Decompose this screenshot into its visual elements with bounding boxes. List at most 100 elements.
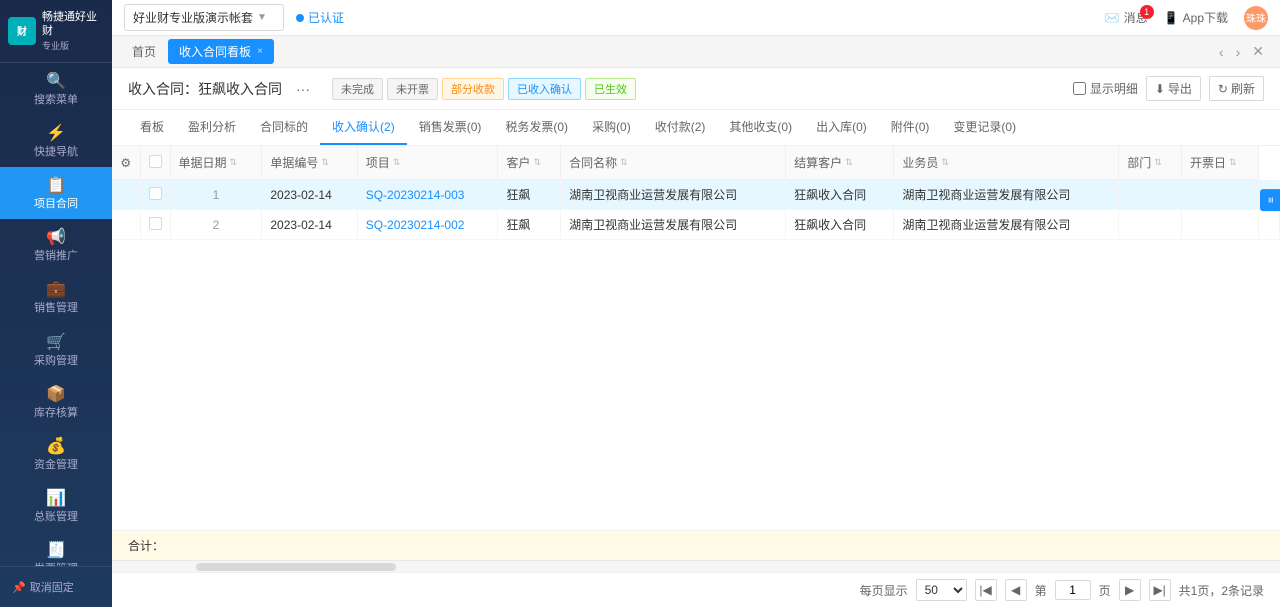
sidebar-icon-4: 💼 (46, 279, 66, 299)
last-page-button[interactable]: ▶| (1149, 579, 1171, 601)
tab-next-button[interactable]: › (1232, 42, 1245, 62)
table-header-row: ⚙ 单据日期 ⇅ 单据编号 (112, 146, 1280, 180)
select-all-checkbox[interactable] (149, 155, 162, 168)
row-customer: 湖南卫视商业运营发展有限公司 (561, 180, 786, 210)
sort-contract-icon[interactable]: ⇅ (620, 157, 628, 168)
sidebar-label-6: 库存核算 (34, 407, 78, 420)
certified-badge: 已认证 (296, 9, 344, 26)
download-icon: 📱 (1164, 11, 1179, 25)
show-detail-input[interactable] (1073, 82, 1086, 95)
row-salesman (1119, 210, 1182, 240)
row-checkbox[interactable] (140, 210, 170, 240)
sub-tab-2[interactable]: 合同标的 (248, 110, 320, 145)
sidebar-item-1[interactable]: ⚡快捷导航 (0, 115, 112, 167)
sub-tab-10[interactable]: 附件(0) (879, 110, 942, 145)
sidebar-item-2[interactable]: 📋项目合同 (0, 167, 112, 219)
sidebar-label-7: 资金管理 (34, 459, 78, 472)
show-detail-checkbox[interactable]: 显示明细 (1073, 80, 1138, 97)
sidebar-item-9[interactable]: 🧾发票管理 (0, 532, 112, 566)
status-btn-2[interactable]: 部分收款 (442, 78, 504, 100)
right-float-button[interactable]: ≡ (1260, 189, 1280, 211)
sidebar-item-3[interactable]: 📢 营销推广 (0, 219, 112, 271)
table-row[interactable]: 1 2023-02-14 SQ-20230214-003 狂飙 湖南卫视商业运营… (112, 180, 1280, 210)
sub-tab-3[interactable]: 收入确认(2) (320, 110, 407, 145)
app-download-button[interactable]: 📱 App下载 (1164, 9, 1228, 26)
user-avatar[interactable]: 珠珠 (1244, 6, 1268, 30)
chevron-down-icon: ▼ (257, 12, 267, 23)
sidebar-item-5[interactable]: 🛒 采购管理 (0, 324, 112, 376)
more-button[interactable]: ··· (290, 79, 316, 99)
sub-tab-6[interactable]: 采购(0) (580, 110, 643, 145)
status-btn-3[interactable]: 已收入确认 (508, 78, 581, 100)
refresh-button[interactable]: ↻ 刷新 (1209, 76, 1264, 101)
status-buttons: 未完成未开票部分收款已收入确认已生效 (332, 78, 636, 100)
row-number[interactable]: SQ-20230214-002 (357, 210, 498, 240)
tab-home[interactable]: 首页 (124, 39, 164, 64)
pin-icon: 📌 (12, 581, 26, 594)
settings-icon[interactable]: ⚙ (120, 156, 131, 170)
page-input[interactable] (1055, 580, 1091, 600)
sidebar-item-6[interactable]: 📦库存核算 (0, 376, 112, 428)
per-page-select[interactable]: 50 100 (916, 579, 967, 601)
sidebar-item-4[interactable]: 💼销售管理 (0, 271, 112, 323)
sidebar-icon-9: 🧾 (46, 540, 66, 560)
sidebar-bottom[interactable]: 📌 取消固定 (0, 566, 112, 607)
message-icon: ✉️ (1105, 11, 1120, 25)
status-btn-0[interactable]: 未完成 (332, 78, 383, 100)
sub-tab-0[interactable]: 看板 (128, 110, 176, 145)
pagination: 每页显示 50 100 |◀ ◀ 第 页 ▶ ▶| 共1页，2条记录 (112, 572, 1280, 607)
company-selector[interactable]: 好业财专业版演示帐套 ▼ (124, 4, 284, 31)
tab-close-icon[interactable]: × (257, 46, 263, 57)
prev-page-button[interactable]: ◀ (1005, 579, 1027, 601)
sub-tab-1[interactable]: 盈利分析 (176, 110, 248, 145)
table-row[interactable]: 2 2023-02-14 SQ-20230214-002 狂飙 湖南卫视商业运营… (112, 210, 1280, 240)
next-page-button[interactable]: ▶ (1119, 579, 1141, 601)
sort-settle-icon[interactable]: ⇅ (845, 157, 853, 168)
sort-customer-icon[interactable]: ⇅ (533, 157, 541, 168)
tab-prev-button[interactable]: ‹ (1215, 42, 1228, 62)
message-button[interactable]: ✉️ 消息 1 (1105, 9, 1148, 26)
sidebar-item-0[interactable]: 🔍搜索菜单 (0, 63, 112, 115)
export-button[interactable]: ⬇ 导出 (1146, 76, 1201, 101)
page-header: 收入合同：狂飙收入合同 ··· 未完成未开票部分收款已收入确认已生效 显示明细 … (112, 68, 1280, 110)
sub-tab-8[interactable]: 其他收支(0) (717, 110, 804, 145)
row-number[interactable]: SQ-20230214-003 (357, 180, 498, 210)
sidebar-icon-0: 🔍 (46, 71, 66, 91)
status-btn-4[interactable]: 已生效 (585, 78, 636, 100)
sidebar-icon-5: 🛒 (46, 332, 66, 352)
sidebar-label-3: 营销推广 (34, 250, 78, 263)
sub-tab-5[interactable]: 税务发票(0) (493, 110, 580, 145)
sidebar-icon-2: 📋 (46, 175, 66, 195)
row-date: 2023-02-14 (262, 180, 357, 210)
scroll-thumb[interactable] (196, 563, 396, 571)
row-invoice-date (1259, 210, 1280, 240)
unpin-button[interactable]: 📌 取消固定 (8, 575, 104, 599)
sub-tab-7[interactable]: 收付款(2) (643, 110, 718, 145)
sub-tab-9[interactable]: 出入库(0) (804, 110, 879, 145)
row-checkbox[interactable] (140, 180, 170, 210)
sort-salesman-icon[interactable]: ⇅ (941, 157, 949, 168)
sidebar-logo: 财 畅捷通好业财 专业版 (0, 0, 112, 63)
tabbar: 首页 收入合同看板 × ‹ › ✕ (112, 36, 1280, 68)
th-customer: 客户 ⇅ (498, 146, 561, 180)
table-container[interactable]: ⚙ 单据日期 ⇅ 单据编号 (112, 146, 1280, 530)
sidebar-icon-3: 📢 (46, 227, 66, 247)
sub-tab-11[interactable]: 变更记录(0) (941, 110, 1028, 145)
sidebar-item-7[interactable]: 💰资金管理 (0, 428, 112, 480)
sort-project-icon[interactable]: ⇅ (393, 157, 401, 168)
sidebar-label-5: 采购管理 (34, 355, 78, 368)
sidebar-icon-1: ⚡ (46, 123, 66, 143)
sort-invoice-icon[interactable]: ⇅ (1229, 157, 1237, 168)
sub-tab-4[interactable]: 销售发票(0) (407, 110, 494, 145)
sort-number-icon[interactable]: ⇅ (321, 157, 329, 168)
sort-date-icon[interactable]: ⇅ (230, 157, 238, 168)
horizontal-scrollbar[interactable] (112, 560, 1280, 572)
first-page-button[interactable]: |◀ (975, 579, 997, 601)
page-header-right: 显示明细 ⬇ 导出 ↻ 刷新 (1073, 76, 1264, 101)
sidebar-item-8[interactable]: 📊总账管理 (0, 480, 112, 532)
sort-dept-icon[interactable]: ⇅ (1154, 157, 1162, 168)
row-customer: 湖南卫视商业运营发展有限公司 (561, 210, 786, 240)
tab-contract-board[interactable]: 收入合同看板 × (168, 39, 274, 64)
status-btn-1[interactable]: 未开票 (387, 78, 438, 100)
tab-close-all-button[interactable]: ✕ (1248, 41, 1268, 62)
